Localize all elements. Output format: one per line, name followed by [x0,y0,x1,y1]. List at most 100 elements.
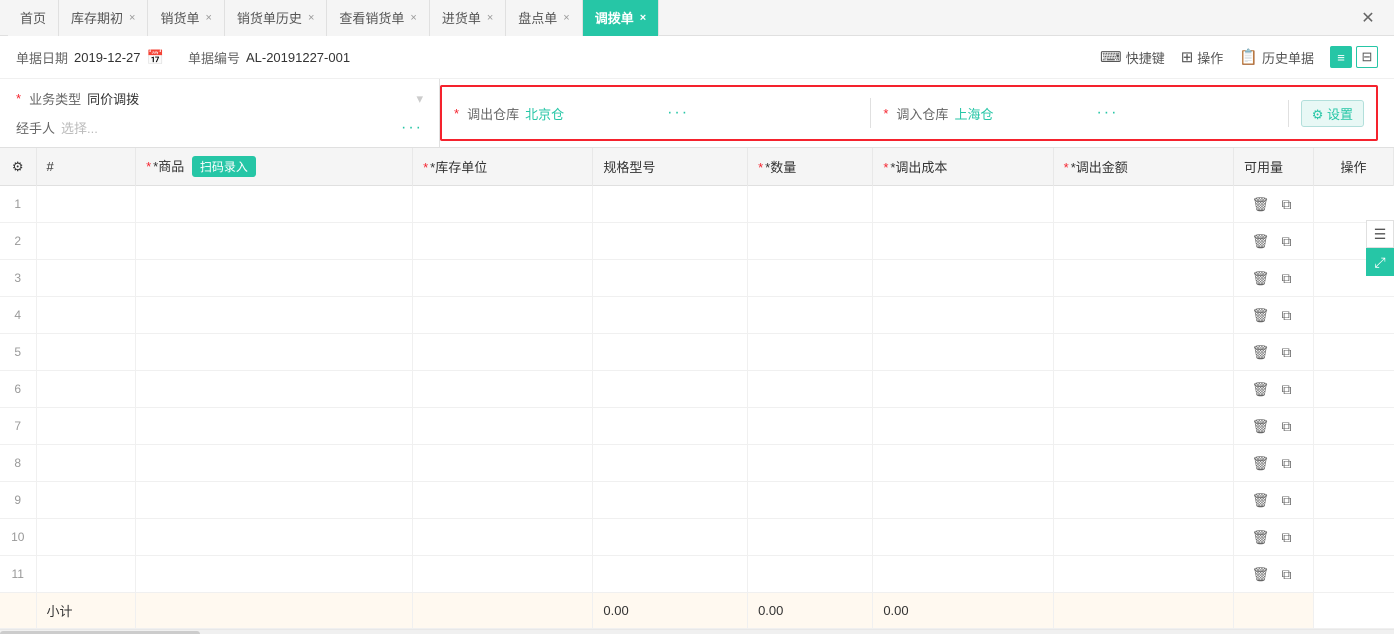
sidebar-list-button[interactable]: ☰ [1366,220,1394,248]
delete-row-3-icon[interactable]: 🗑 [1251,268,1271,288]
delete-row-8-icon[interactable]: 🗑 [1251,453,1271,473]
row-5-product[interactable] [36,334,136,371]
row-10-qty[interactable] [593,519,748,556]
row-2-qty[interactable] [593,223,748,260]
row-9-cost[interactable] [748,482,873,519]
operation-tool[interactable]: ⊞ 操作 [1181,48,1224,67]
row-9-amount[interactable] [873,482,1053,519]
delete-row-10-icon[interactable]: 🗑 [1251,527,1271,547]
row-9-unit[interactable] [136,482,413,519]
row-5-unit[interactable] [136,334,413,371]
tab-sales-order[interactable]: 销货单 × [148,0,224,36]
row-10-product[interactable] [36,519,136,556]
copy-row-4-icon[interactable]: ⧉ [1277,305,1297,325]
row-8-cost[interactable] [748,445,873,482]
sidebar-expand-button[interactable]: ⤢ [1366,248,1394,276]
row-4-amount[interactable] [873,297,1053,334]
row-6-cost[interactable] [748,371,873,408]
row-1-product[interactable] [36,186,136,223]
row-1-cost[interactable] [748,186,873,223]
delete-row-1-icon[interactable]: 🗑 [1251,194,1271,214]
row-11-product[interactable] [36,556,136,593]
row-8-amount[interactable] [873,445,1053,482]
delete-row-9-icon[interactable]: 🗑 [1251,490,1271,510]
row-6-amount[interactable] [873,371,1053,408]
row-3-unit[interactable] [136,260,413,297]
row-8-product[interactable] [36,445,136,482]
row-1-amount[interactable] [873,186,1053,223]
tab-home[interactable]: 首页 [8,0,59,36]
row-11-cost[interactable] [748,556,873,593]
row-4-qty[interactable] [593,297,748,334]
row-11-amount[interactable] [873,556,1053,593]
close-tab-view-sales[interactable]: × [410,12,416,24]
row-3-cost[interactable] [748,260,873,297]
tab-transfer[interactable]: 调拨单 × [583,0,659,36]
shortcut-tool[interactable]: ⌨ 快捷键 [1100,48,1165,67]
row-7-product[interactable] [36,408,136,445]
row-1-qty[interactable] [593,186,748,223]
copy-row-11-icon[interactable]: ⧉ [1277,564,1297,584]
row-8-spec[interactable] [413,445,593,482]
row-7-amount[interactable] [873,408,1053,445]
calendar-icon[interactable]: 📅 [147,49,164,66]
close-tab-transfer[interactable]: × [640,12,646,24]
row-1-unit[interactable] [136,186,413,223]
setting-button[interactable]: ⚙ 设置 [1301,100,1364,127]
warehouse-in-value[interactable]: 上海仓 [954,104,1074,123]
close-tab-sales-history[interactable]: × [308,12,314,24]
row-2-cost[interactable] [748,223,873,260]
row-5-qty[interactable] [593,334,748,371]
close-tab-inventory-init[interactable]: × [129,12,135,24]
row-4-unit[interactable] [136,297,413,334]
copy-row-8-icon[interactable]: ⧉ [1277,453,1297,473]
delete-row-7-icon[interactable]: 🗑 [1251,416,1271,436]
row-2-unit[interactable] [136,223,413,260]
copy-row-1-icon[interactable]: ⧉ [1277,194,1297,214]
delete-row-4-icon[interactable]: 🗑 [1251,305,1271,325]
row-8-qty[interactable] [593,445,748,482]
row-5-spec[interactable] [413,334,593,371]
warehouse-in-dots[interactable]: ··· [1096,104,1118,122]
warehouse-out-value[interactable]: 北京仓 [525,104,645,123]
row-10-amount[interactable] [873,519,1053,556]
copy-row-2-icon[interactable]: ⧉ [1277,231,1297,251]
warehouse-out-dots[interactable]: ··· [667,104,689,122]
row-11-unit[interactable] [136,556,413,593]
row-7-unit[interactable] [136,408,413,445]
copy-row-10-icon[interactable]: ⧉ [1277,527,1297,547]
layout-grid-icon[interactable]: ⊟ [1356,46,1378,68]
copy-row-5-icon[interactable]: ⧉ [1277,342,1297,362]
row-7-cost[interactable] [748,408,873,445]
close-tab-sales-order[interactable]: × [205,12,211,24]
row-2-amount[interactable] [873,223,1053,260]
horizontal-scrollbar[interactable] [0,629,1394,634]
row-2-spec[interactable] [413,223,593,260]
row-8-unit[interactable] [136,445,413,482]
copy-row-9-icon[interactable]: ⧉ [1277,490,1297,510]
handler-dots-button[interactable]: ··· [401,119,423,137]
row-10-unit[interactable] [136,519,413,556]
layout-list-icon[interactable]: ≡ [1330,46,1352,68]
row-10-cost[interactable] [748,519,873,556]
delete-row-6-icon[interactable]: 🗑 [1251,379,1271,399]
row-6-unit[interactable] [136,371,413,408]
row-11-spec[interactable] [413,556,593,593]
tab-inventory-init[interactable]: 库存期初 × [59,0,148,36]
delete-row-11-icon[interactable]: 🗑 [1251,564,1271,584]
row-9-spec[interactable] [413,482,593,519]
row-4-product[interactable] [36,297,136,334]
business-type-dropdown[interactable]: ▾ [416,91,423,107]
scan-button[interactable]: 扫码录入 [192,156,256,177]
copy-row-7-icon[interactable]: ⧉ [1277,416,1297,436]
tab-view-sales[interactable]: 查看销货单 × [327,0,429,36]
row-3-product[interactable] [36,260,136,297]
handler-placeholder[interactable]: 选择... [61,118,98,137]
row-2-product[interactable] [36,223,136,260]
window-close-button[interactable]: ✕ [1350,0,1386,36]
close-tab-stocktaking[interactable]: × [563,12,569,24]
row-7-qty[interactable] [593,408,748,445]
history-tool[interactable]: 📋 历史单据 [1239,48,1314,67]
row-3-amount[interactable] [873,260,1053,297]
row-4-cost[interactable] [748,297,873,334]
